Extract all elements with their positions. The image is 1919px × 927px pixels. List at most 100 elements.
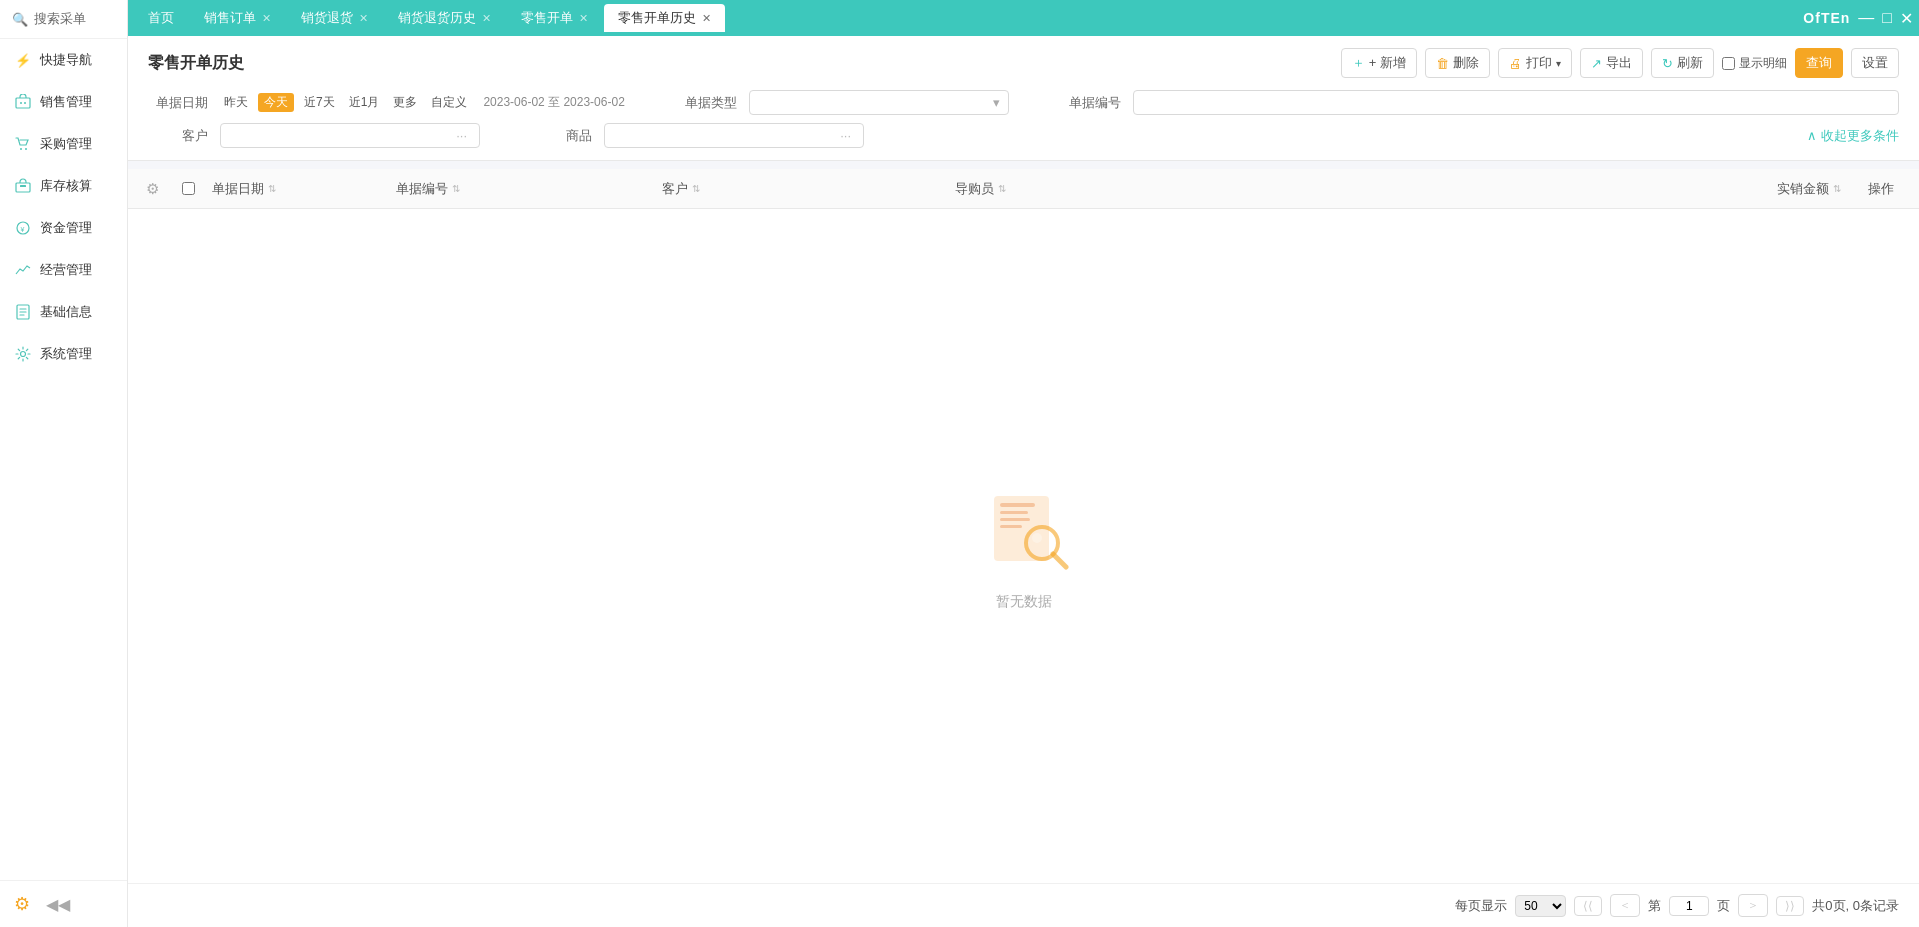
search-btn[interactable]: 🔍 搜索采单 [0, 0, 127, 39]
tab-sales-return-history-close[interactable]: ✕ [482, 12, 491, 25]
customer-select[interactable]: ··· [220, 123, 480, 148]
sidebar-item-inventory[interactable]: 库存核算 [0, 165, 127, 207]
sidebar-item-label: 销售管理 [40, 93, 92, 111]
add-icon: ＋ [1352, 54, 1365, 72]
add-button[interactable]: ＋ + 新增 [1341, 48, 1417, 78]
th-number-sort[interactable]: ⇅ [452, 183, 460, 194]
th-customer-label: 客户 [662, 180, 688, 198]
sales-icon [14, 93, 32, 111]
footer-settings-icon[interactable]: ⚙ [14, 893, 30, 915]
page-input[interactable] [1669, 896, 1709, 916]
tab-sales-return-label: 销货退货 [301, 9, 353, 27]
th-guide-sort[interactable]: ⇅ [998, 183, 1006, 194]
th-action-label: 操作 [1868, 180, 1894, 198]
shortcut-1month[interactable]: 近1月 [345, 93, 384, 112]
th-settings[interactable]: ⚙ [136, 172, 172, 206]
tab-retail-open-label: 零售开单 [521, 9, 573, 27]
tab-retail-open[interactable]: 零售开单 ✕ [507, 4, 602, 32]
window-minimize[interactable]: — [1858, 9, 1874, 27]
number-input[interactable] [1133, 90, 1899, 115]
shortcut-yesterday[interactable]: 昨天 [220, 93, 252, 112]
export-icon: ↗ [1591, 56, 1602, 71]
goods-select[interactable]: ··· [604, 123, 864, 148]
display-detail-input[interactable] [1722, 57, 1735, 70]
tab-sales-return-history-label: 销货退货历史 [398, 9, 476, 27]
sidebar-item-label: 资金管理 [40, 219, 92, 237]
svg-text:¥: ¥ [21, 226, 25, 233]
shortcut-more[interactable]: 更多 [389, 93, 421, 112]
sidebar-item-basic-info[interactable]: 基础信息 [0, 291, 127, 333]
empty-illustration [974, 481, 1074, 581]
page-label: 第 [1648, 897, 1661, 915]
sidebar-item-label: 基础信息 [40, 303, 92, 321]
sidebar-item-quick-nav[interactable]: ⚡ 快捷导航 [0, 39, 127, 81]
th-customer-sort[interactable]: ⇅ [692, 183, 700, 194]
first-page-btn[interactable]: ⟨⟨ [1574, 896, 1602, 916]
refresh-button[interactable]: ↻ 刷新 [1651, 48, 1714, 78]
tab-sales-return-close[interactable]: ✕ [359, 12, 368, 25]
tab-home[interactable]: 首页 [134, 4, 188, 32]
export-button[interactable]: ↗ 导出 [1580, 48, 1643, 78]
select-all-checkbox[interactable] [182, 182, 195, 195]
date-label: 单据日期 [148, 94, 208, 112]
tab-sales-order[interactable]: 销售订单 ✕ [190, 4, 285, 32]
sidebar-item-sales[interactable]: 销售管理 [0, 81, 127, 123]
sidebar-item-system[interactable]: 系统管理 [0, 333, 127, 375]
date-shortcuts: 昨天 今天 近7天 近1月 更多 自定义 [220, 93, 471, 112]
shortcut-7days[interactable]: 近7天 [300, 93, 339, 112]
delete-button[interactable]: 🗑 删除 [1425, 48, 1490, 78]
tab-retail-open-history-close[interactable]: ✕ [702, 12, 711, 25]
shortcut-today[interactable]: 今天 [258, 93, 294, 112]
search-label: 搜索采单 [34, 10, 86, 28]
sidebar-item-purchase[interactable]: 采购管理 [0, 123, 127, 165]
settings-button[interactable]: 设置 [1851, 48, 1899, 78]
window-close[interactable]: ✕ [1900, 9, 1913, 28]
print-button[interactable]: 🖨 打印 ▾ [1498, 48, 1572, 78]
svg-point-10 [21, 352, 26, 357]
th-spacer [1128, 181, 1694, 197]
th-customer[interactable]: 客户 ⇅ [652, 172, 945, 206]
tab-sales-return[interactable]: 销货退货 ✕ [287, 4, 382, 32]
empty-state: 暂无数据 [128, 209, 1919, 883]
print-dropdown-icon: ▾ [1556, 58, 1561, 69]
sidebar-item-operations[interactable]: 经营管理 [0, 249, 127, 291]
page-size-select[interactable]: 20 50 100 200 [1515, 895, 1566, 917]
tab-home-label: 首页 [148, 9, 174, 27]
th-number[interactable]: 单据编号 ⇅ [386, 172, 652, 206]
prev-page-btn[interactable]: ＜ [1610, 894, 1640, 917]
collapse-button[interactable]: ∧ 收起更多条件 [1807, 127, 1899, 145]
svg-point-18 [1032, 533, 1042, 543]
th-guide[interactable]: 导购员 ⇅ [945, 172, 1129, 206]
goods-ellipsis: ··· [840, 128, 851, 143]
th-amount-sort[interactable]: ⇅ [1833, 183, 1841, 194]
th-date[interactable]: 单据日期 ⇅ [202, 172, 386, 206]
col-settings-btn[interactable]: ⚙ [146, 180, 159, 198]
main-area: 首页 销售订单 ✕ 销货退货 ✕ 销货退货历史 ✕ 零售开单 ✕ 零售开单历史 … [128, 0, 1919, 927]
svg-rect-6 [20, 185, 26, 187]
tab-retail-open-close[interactable]: ✕ [579, 12, 588, 25]
type-select[interactable]: ▾ [749, 90, 1009, 115]
tab-bar-right: OfTEn — □ ✕ [1803, 9, 1913, 28]
th-checkbox[interactable] [172, 174, 202, 203]
tab-sales-order-close[interactable]: ✕ [262, 12, 271, 25]
goods-label: 商品 [532, 127, 592, 145]
sidebar-item-finance[interactable]: ¥ 资金管理 [0, 207, 127, 249]
tab-retail-open-history[interactable]: 零售开单历史 ✕ [604, 4, 725, 32]
sidebar-item-label: 快捷导航 [40, 51, 92, 69]
empty-text: 暂无数据 [996, 593, 1052, 611]
date-range-value: 2023-06-02 至 2023-06-02 [483, 94, 624, 111]
shortcut-custom[interactable]: 自定义 [427, 93, 471, 112]
type-label: 单据类型 [677, 94, 737, 112]
th-amount[interactable]: 实销金额 ⇅ [1695, 172, 1852, 206]
footer-collapse-icon[interactable]: ◀◀ [46, 895, 70, 914]
query-button[interactable]: 查询 [1795, 48, 1843, 78]
last-page-btn[interactable]: ⟩⟩ [1776, 896, 1804, 916]
display-detail-checkbox[interactable]: 显示明细 [1722, 55, 1787, 72]
window-maximize[interactable]: □ [1882, 9, 1892, 27]
collapse-label: 收起更多条件 [1821, 127, 1899, 145]
table-header: ⚙ 单据日期 ⇅ 单据编号 ⇅ 客户 ⇅ 导购员 [128, 169, 1919, 209]
svg-rect-5 [16, 183, 30, 192]
th-date-sort[interactable]: ⇅ [268, 183, 276, 194]
tab-sales-return-history[interactable]: 销货退货历史 ✕ [384, 4, 505, 32]
next-page-btn[interactable]: ＞ [1738, 894, 1768, 917]
